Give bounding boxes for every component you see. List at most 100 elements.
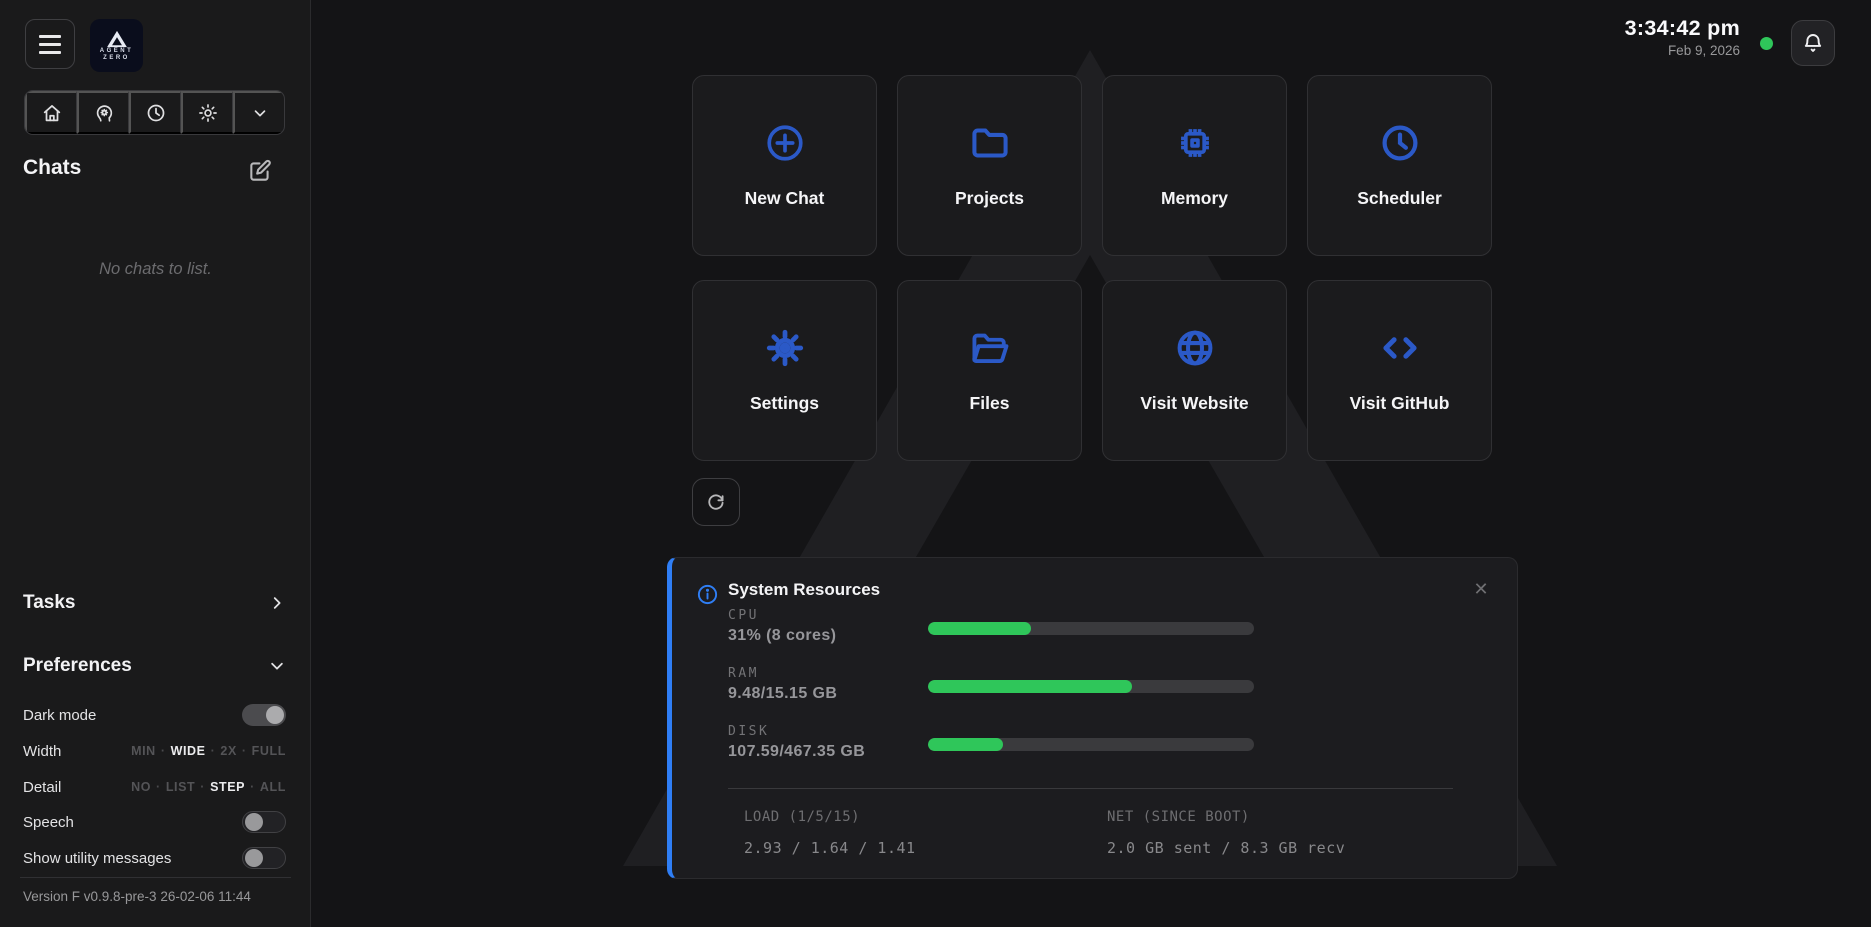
chats-heading: Chats xyxy=(23,156,82,179)
utility-messages-toggle[interactable] xyxy=(242,847,286,869)
width-option-2x[interactable]: 2X xyxy=(206,744,237,758)
preferences-section-toggle[interactable]: Preferences xyxy=(23,655,286,677)
load-label: LOAD (1/5/15) xyxy=(744,809,861,825)
speech-label: Speech xyxy=(23,813,74,831)
card-label: Scheduler xyxy=(1357,188,1442,208)
clock-time: 3:34:42 pm xyxy=(1624,16,1740,40)
launcher-cards-grid: New Chat Projects Memory Scheduler Setti… xyxy=(692,75,1492,461)
detail-option-no[interactable]: NO xyxy=(131,780,151,794)
globe-icon xyxy=(1103,326,1286,370)
card-memory[interactable]: Memory xyxy=(1102,75,1287,256)
dark-mode-toggle[interactable] xyxy=(242,704,286,726)
agent-zero-logo: AGENT ZERO xyxy=(90,19,143,72)
net-label: NET (SINCE BOOT) xyxy=(1107,809,1250,825)
detail-segmented-control: NO LIST STEP ALL xyxy=(131,780,286,794)
panel-divider xyxy=(728,788,1453,789)
progress-fill xyxy=(928,680,1133,693)
net-value: 2.0 GB sent / 8.3 GB recv xyxy=(1107,839,1346,857)
progress-fill xyxy=(928,622,1032,635)
folder-open-icon xyxy=(898,326,1081,370)
width-label: Width xyxy=(23,742,62,760)
pref-row-speech: Speech xyxy=(23,809,286,835)
panel-title: System Resources xyxy=(728,580,881,599)
sidebar: AGENT ZERO Chats No chats to list. Tasks… xyxy=(0,0,311,927)
gear-icon xyxy=(693,326,876,370)
pref-row-detail: Detail NO LIST STEP ALL xyxy=(23,774,286,800)
persona-head-icon xyxy=(96,104,112,122)
card-projects[interactable]: Projects xyxy=(897,75,1082,256)
logo-text-line2: ZERO xyxy=(103,54,130,61)
dark-mode-label: Dark mode xyxy=(23,706,97,724)
home-icon xyxy=(43,104,60,121)
clock-block: 3:34:42 pm Feb 9, 2026 xyxy=(1540,16,1740,58)
hamburger-menu-button[interactable] xyxy=(25,19,75,69)
tasks-section-toggle[interactable]: Tasks xyxy=(23,592,286,614)
triangle-logo-icon xyxy=(106,30,127,47)
scheduler-button[interactable] xyxy=(129,91,181,134)
clock-date: Feb 9, 2026 xyxy=(1667,43,1740,58)
chevron-right-icon xyxy=(273,597,281,609)
chevron-down-icon xyxy=(254,109,265,116)
sidebar-quick-nav xyxy=(24,90,285,135)
home-button[interactable] xyxy=(25,91,77,134)
settings-button[interactable] xyxy=(181,91,233,134)
code-icon xyxy=(1308,326,1491,370)
card-label: Settings xyxy=(749,393,820,413)
meter-value-ram: 9.48/15.15 GB xyxy=(728,685,838,702)
card-settings[interactable]: Settings xyxy=(692,280,877,461)
chip-icon xyxy=(1103,121,1286,165)
logo-text-line1: AGENT xyxy=(99,47,134,54)
compose-icon xyxy=(250,159,271,181)
refresh-button[interactable] xyxy=(692,478,740,526)
pref-row-dark-mode: Dark mode xyxy=(23,702,286,728)
card-label: Memory xyxy=(1160,188,1229,208)
tasks-heading: Tasks xyxy=(23,592,76,613)
gear-icon xyxy=(198,103,217,122)
preferences-heading: Preferences xyxy=(23,655,132,676)
card-visit-github[interactable]: Visit GitHub xyxy=(1307,280,1492,461)
card-scheduler[interactable]: Scheduler xyxy=(1307,75,1492,256)
toggle-knob xyxy=(245,813,263,831)
card-new-chat[interactable]: New Chat xyxy=(692,75,877,256)
new-chat-compose-button[interactable] xyxy=(247,157,275,185)
width-option-full[interactable]: FULL xyxy=(237,744,286,758)
meter-label-ram: RAM xyxy=(728,666,759,681)
expand-nav-button[interactable] xyxy=(233,91,284,134)
detail-option-step[interactable]: STEP xyxy=(195,780,245,794)
chevron-down-icon xyxy=(271,662,283,670)
width-option-min[interactable]: MIN xyxy=(131,744,156,758)
detail-option-list[interactable]: LIST xyxy=(151,780,195,794)
refresh-icon xyxy=(708,494,724,510)
card-label: Visit Website xyxy=(1140,393,1249,413)
notifications-button[interactable] xyxy=(1791,20,1835,66)
load-value: 2.93 / 1.64 / 1.41 xyxy=(744,839,916,857)
progress-fill xyxy=(928,738,1003,751)
card-label: New Chat xyxy=(744,188,825,208)
main-area: 3:34:42 pm Feb 9, 2026 New Chat Projects… xyxy=(311,0,1871,927)
meter-value-cpu: 31% (8 cores) xyxy=(728,627,837,644)
close-icon[interactable]: ✕ xyxy=(1469,578,1493,602)
meter-label-cpu: CPU xyxy=(728,608,759,623)
speech-toggle[interactable] xyxy=(242,811,286,833)
card-visit-website[interactable]: Visit Website xyxy=(1102,280,1287,461)
chats-empty-state: No chats to list. xyxy=(99,260,212,278)
card-label: Visit GitHub xyxy=(1349,393,1450,413)
meter-label-disk: DISK xyxy=(728,724,770,739)
card-label: Files xyxy=(969,393,1010,413)
persona-button[interactable] xyxy=(77,91,129,134)
progress-bar-disk xyxy=(928,738,1254,751)
detail-label: Detail xyxy=(23,778,62,796)
width-option-wide[interactable]: WIDE xyxy=(156,744,206,758)
version-text: Version F v0.9.8-pre-3 26-02-06 11:44 xyxy=(23,889,251,904)
toggle-knob xyxy=(266,706,284,724)
detail-option-all[interactable]: ALL xyxy=(245,780,286,794)
status-dot xyxy=(1760,37,1773,50)
width-segmented-control: MIN WIDE 2X FULL xyxy=(131,744,286,758)
toggle-knob xyxy=(245,849,263,867)
clock-icon xyxy=(1308,121,1491,165)
folder-icon xyxy=(898,121,1081,165)
app-window: AGENT ZERO Chats No chats to list. Tasks… xyxy=(0,0,1871,927)
card-files[interactable]: Files xyxy=(897,280,1082,461)
system-resources-panel: System Resources ✕ CPU 31% (8 cores) RAM… xyxy=(667,557,1518,879)
clock-icon xyxy=(147,104,164,121)
